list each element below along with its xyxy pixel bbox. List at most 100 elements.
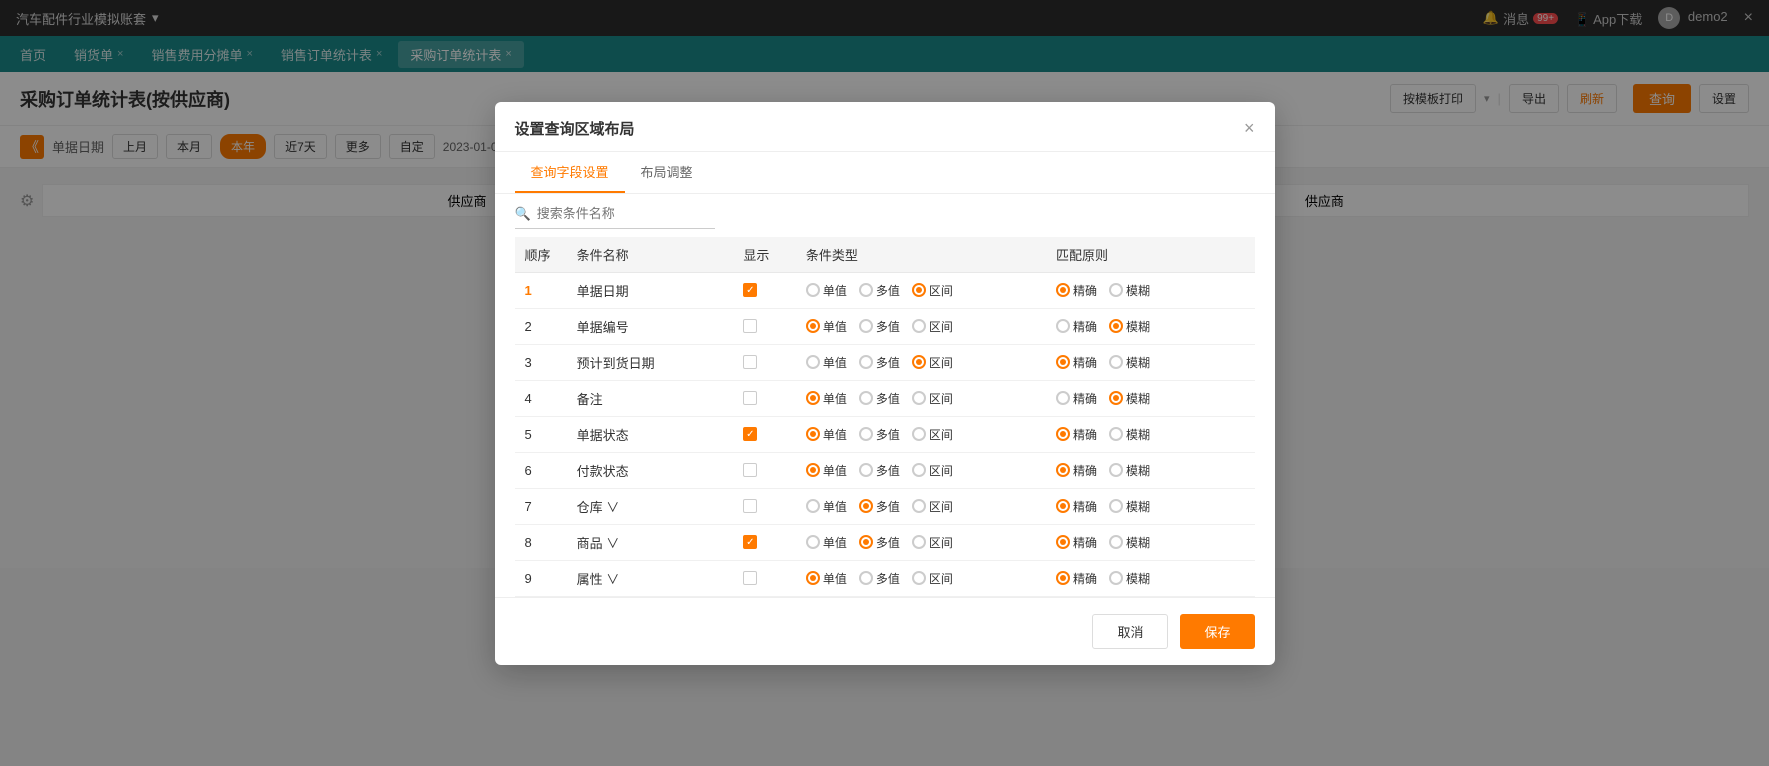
type-single-7[interactable]: 单值: [806, 498, 847, 515]
display-checkbox-5[interactable]: [743, 427, 757, 441]
tab-layout-adjust[interactable]: 布局调整: [625, 152, 709, 193]
match-fuzzy-radio-2: [1109, 319, 1123, 333]
save-button[interactable]: 保存: [1180, 614, 1254, 649]
cancel-button[interactable]: 取消: [1092, 614, 1168, 649]
match-fuzzy-7[interactable]: 模糊: [1109, 498, 1150, 515]
row-num: 6: [525, 463, 532, 478]
type-single-radio-3: [806, 355, 820, 369]
type-range-1[interactable]: 区间: [912, 282, 953, 299]
row-type-4: 单值 多值 区间: [796, 380, 1046, 416]
table-row: 3预计到货日期 单值 多值 区间 精确 模糊: [515, 344, 1255, 380]
type-single-radio-1: [806, 283, 820, 297]
type-range-2[interactable]: 区间: [912, 318, 953, 335]
row-order-9: 9: [515, 560, 567, 596]
type-single-2[interactable]: 单值: [806, 318, 847, 335]
table-row: 9属性 ∨ 单值 多值 区间 精确 模糊: [515, 560, 1255, 596]
table-row: 1单据日期 单值 多值 区间 精确 模糊: [515, 272, 1255, 308]
match-fuzzy-3[interactable]: 模糊: [1109, 354, 1150, 371]
match-exact-1[interactable]: 精确: [1056, 282, 1097, 299]
row-display-4[interactable]: [733, 380, 796, 416]
type-single-9[interactable]: 单值: [806, 570, 847, 587]
match-fuzzy-5[interactable]: 模糊: [1109, 426, 1150, 443]
type-range-9[interactable]: 区间: [912, 570, 953, 587]
match-exact-9[interactable]: 精确: [1056, 570, 1097, 587]
type-single-6[interactable]: 单值: [806, 462, 847, 479]
row-display-6[interactable]: [733, 452, 796, 488]
modal-tabs: 查询字段设置 布局调整: [495, 152, 1275, 194]
match-exact-3[interactable]: 精确: [1056, 354, 1097, 371]
type-multi-9[interactable]: 多值: [859, 570, 900, 587]
match-fuzzy-2[interactable]: 模糊: [1109, 318, 1150, 335]
display-checkbox-6[interactable]: [743, 463, 757, 477]
row-name-8: 商品 ∨: [567, 524, 734, 560]
type-single-4[interactable]: 单值: [806, 390, 847, 407]
display-checkbox-7[interactable]: [743, 499, 757, 513]
row-order-6: 6: [515, 452, 567, 488]
table-row: 6付款状态 单值 多值 区间 精确 模糊: [515, 452, 1255, 488]
row-name-2: 单据编号: [567, 308, 734, 344]
match-exact-5[interactable]: 精确: [1056, 426, 1097, 443]
type-single-3[interactable]: 单值: [806, 354, 847, 371]
type-multi-radio-6: [859, 463, 873, 477]
type-range-3[interactable]: 区间: [912, 354, 953, 371]
type-range-5[interactable]: 区间: [912, 426, 953, 443]
type-range-7[interactable]: 区间: [912, 498, 953, 515]
tab-query-fields[interactable]: 查询字段设置: [515, 152, 625, 193]
row-display-5[interactable]: [733, 416, 796, 452]
modal-footer: 取消 保存: [495, 597, 1275, 665]
type-range-6[interactable]: 区间: [912, 462, 953, 479]
row-display-2[interactable]: [733, 308, 796, 344]
display-checkbox-4[interactable]: [743, 391, 757, 405]
type-multi-radio-9: [859, 571, 873, 585]
type-multi-2[interactable]: 多值: [859, 318, 900, 335]
row-type-1: 单值 多值 区间: [796, 272, 1046, 308]
match-fuzzy-radio-5: [1109, 427, 1123, 441]
match-fuzzy-1[interactable]: 模糊: [1109, 282, 1150, 299]
type-multi-radio-8: [859, 535, 873, 549]
row-match-7: 精确 模糊: [1046, 488, 1254, 524]
row-type-2: 单值 多值 区间: [796, 308, 1046, 344]
match-radio-group-4: 精确 模糊: [1056, 390, 1244, 407]
match-exact-8[interactable]: 精确: [1056, 534, 1097, 551]
row-display-1[interactable]: [733, 272, 796, 308]
type-multi-4[interactable]: 多值: [859, 390, 900, 407]
display-checkbox-3[interactable]: [743, 355, 757, 369]
type-range-8[interactable]: 区间: [912, 534, 953, 551]
match-fuzzy-6[interactable]: 模糊: [1109, 462, 1150, 479]
type-multi-5[interactable]: 多值: [859, 426, 900, 443]
display-checkbox-1[interactable]: [743, 283, 757, 297]
match-exact-2[interactable]: 精确: [1056, 318, 1097, 335]
row-display-8[interactable]: [733, 524, 796, 560]
match-exact-radio-2: [1056, 319, 1070, 333]
match-exact-6[interactable]: 精确: [1056, 462, 1097, 479]
modal-close-button[interactable]: ×: [1244, 118, 1255, 139]
type-multi-8[interactable]: 多值: [859, 534, 900, 551]
display-checkbox-9[interactable]: [743, 571, 757, 585]
row-display-9[interactable]: [733, 560, 796, 596]
match-fuzzy-4[interactable]: 模糊: [1109, 390, 1150, 407]
type-multi-3[interactable]: 多值: [859, 354, 900, 371]
row-display-7[interactable]: [733, 488, 796, 524]
type-multi-1[interactable]: 多值: [859, 282, 900, 299]
row-display-3[interactable]: [733, 344, 796, 380]
type-multi-6[interactable]: 多值: [859, 462, 900, 479]
row-order-1: 1: [515, 272, 567, 308]
display-checkbox-8[interactable]: [743, 535, 757, 549]
type-single-radio-5: [806, 427, 820, 441]
match-fuzzy-radio-7: [1109, 499, 1123, 513]
type-single-5[interactable]: 单值: [806, 426, 847, 443]
match-fuzzy-9[interactable]: 模糊: [1109, 570, 1150, 587]
type-single-8[interactable]: 单值: [806, 534, 847, 551]
match-exact-4[interactable]: 精确: [1056, 390, 1097, 407]
type-single-1[interactable]: 单值: [806, 282, 847, 299]
col-header-display: 显示: [733, 237, 796, 273]
match-exact-radio-5: [1056, 427, 1070, 441]
match-fuzzy-8[interactable]: 模糊: [1109, 534, 1150, 551]
display-checkbox-2[interactable]: [743, 319, 757, 333]
row-type-7: 单值 多值 区间: [796, 488, 1046, 524]
match-exact-7[interactable]: 精确: [1056, 498, 1097, 515]
search-input[interactable]: [537, 206, 687, 221]
type-range-4[interactable]: 区间: [912, 390, 953, 407]
conditions-table: 顺序 条件名称 显示 条件类型 匹配原则 1单据日期 单值 多值: [515, 237, 1255, 597]
type-multi-7[interactable]: 多值: [859, 498, 900, 515]
